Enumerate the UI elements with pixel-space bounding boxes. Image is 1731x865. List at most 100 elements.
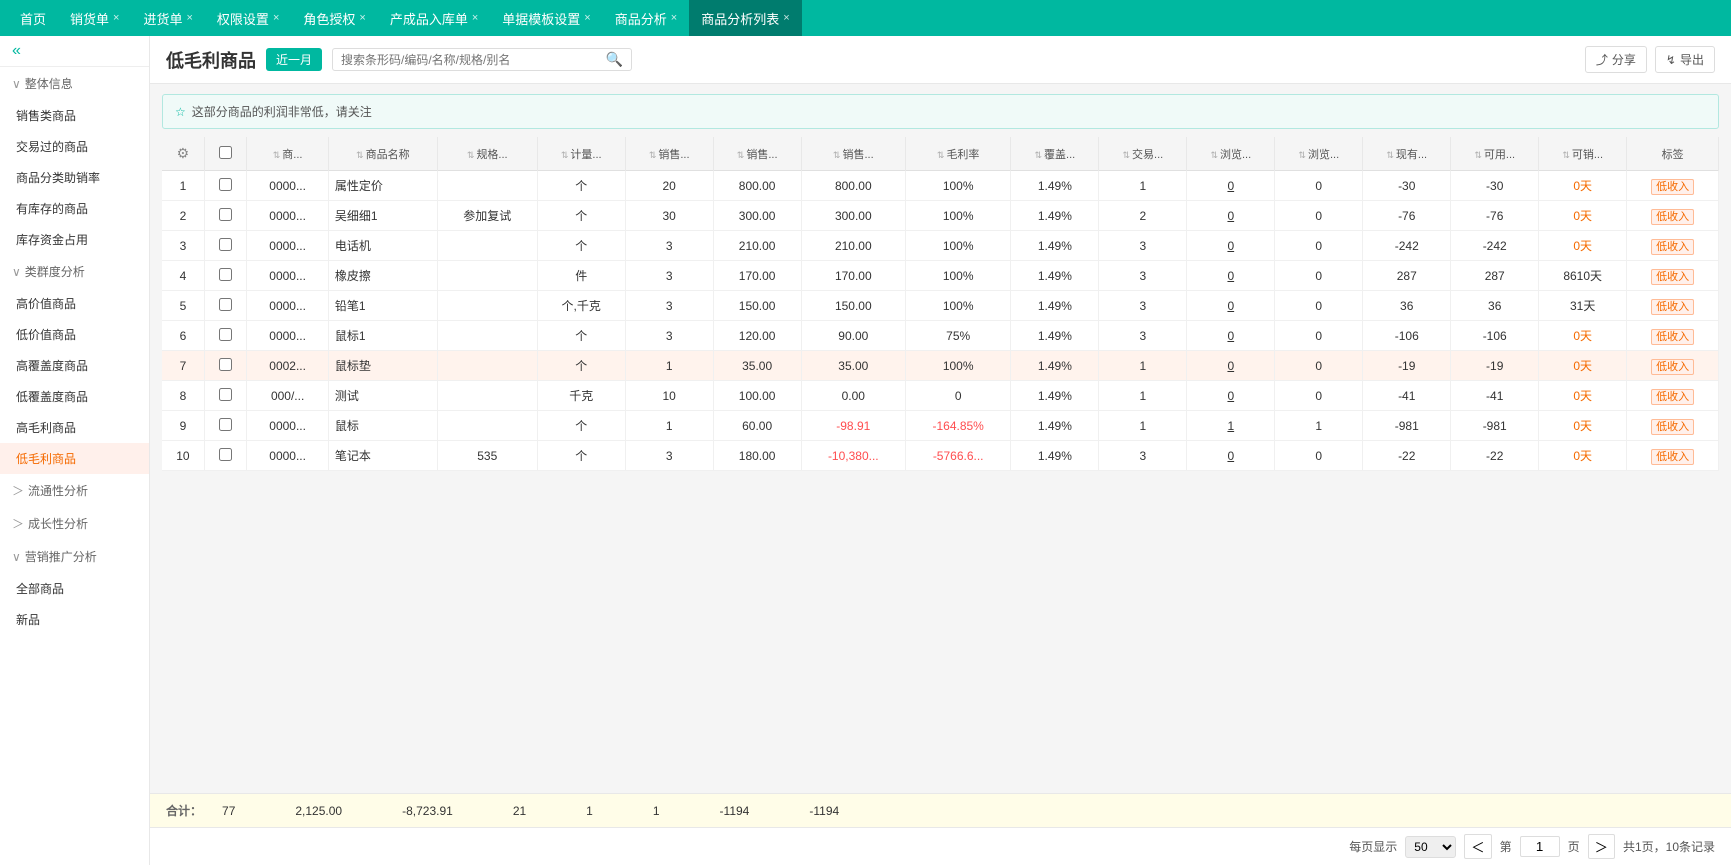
cell-view1[interactable]: 0 (1187, 291, 1275, 321)
cell-checkbox[interactable] (204, 351, 247, 381)
nav-close-icon[interactable]: × (783, 12, 789, 24)
col-sales-profit[interactable]: ⇅销售... (801, 137, 905, 171)
nav-home[interactable]: 首页 (8, 0, 58, 36)
sidebar-item-category-assist[interactable]: 商品分类助销率 (0, 162, 149, 193)
col-spec[interactable]: ⇅规格... (437, 137, 537, 171)
sidebar-item-stock-capital[interactable]: 库存资金占用 (0, 224, 149, 255)
sidebar-item-high-value[interactable]: 高价值商品 (0, 288, 149, 319)
sidebar-item-high-coverage[interactable]: 高覆盖度商品 (0, 350, 149, 381)
col-trade[interactable]: ⇅交易... (1099, 137, 1187, 171)
prev-page-button[interactable]: ＜ (1464, 834, 1491, 859)
page-size-select[interactable]: 50 100 200 (1405, 836, 1456, 858)
nav-permission[interactable]: 权限设置 × (205, 0, 291, 36)
cell-view1[interactable]: 1 (1187, 411, 1275, 441)
pagination-bar: 每页显示 50 100 200 ＜ 第 页 ＞ 共1页，10条记录 (150, 827, 1731, 865)
sidebar-item-all-products[interactable]: 全部商品 (0, 573, 149, 604)
sidebar-item-low-coverage[interactable]: 低覆盖度商品 (0, 381, 149, 412)
sidebar-item-in-stock[interactable]: 有库存的商品 (0, 193, 149, 224)
settings-icon[interactable]: ⚙ (177, 145, 190, 161)
sidebar-item-high-gross[interactable]: 高毛利商品 (0, 412, 149, 443)
sidebar-group-growth[interactable]: ＞ 成长性分析 (0, 507, 149, 540)
cell-saleable-days: 0天 (1539, 411, 1627, 441)
nav-close-icon[interactable]: × (472, 12, 478, 24)
cell-checkbox[interactable] (204, 231, 247, 261)
cell-checkbox[interactable] (204, 291, 247, 321)
select-all-checkbox[interactable] (219, 146, 232, 159)
cell-view1[interactable]: 0 (1187, 321, 1275, 351)
sidebar-item-traded-products[interactable]: 交易过的商品 (0, 131, 149, 162)
cell-sales-amount: 170.00 (713, 261, 801, 291)
export-button[interactable]: ↯ 导出 (1655, 46, 1715, 73)
col-code[interactable]: ⇅商... (247, 137, 328, 171)
nav-role-auth[interactable]: 角色授权 × (291, 0, 377, 36)
nav-close-icon[interactable]: × (273, 12, 279, 24)
nav-product-analysis[interactable]: 商品分析 × (603, 0, 689, 36)
search-icon[interactable]: 🔍 (606, 51, 623, 68)
cell-checkbox[interactable] (204, 381, 247, 411)
cell-view1[interactable]: 0 (1187, 201, 1275, 231)
col-gross-rate[interactable]: ⇅毛利率 (905, 137, 1010, 171)
sidebar-item-low-gross[interactable]: 低毛利商品 (0, 443, 149, 474)
cell-view1[interactable]: 0 (1187, 261, 1275, 291)
cell-coverage: 1.49% (1011, 171, 1099, 201)
cell-view2: 0 (1275, 201, 1363, 231)
nav-close-icon[interactable]: × (671, 12, 677, 24)
col-current-stock[interactable]: ⇅现有... (1363, 137, 1451, 171)
col-sales-amount[interactable]: ⇅销售... (713, 137, 801, 171)
col-available-stock[interactable]: ⇅可用... (1451, 137, 1539, 171)
cell-checkbox[interactable] (204, 171, 247, 201)
col-unit[interactable]: ⇅计量... (537, 137, 625, 171)
share-button[interactable]: ⤴ 分享 (1585, 46, 1647, 73)
cell-view1[interactable]: 0 (1187, 231, 1275, 261)
cell-unit: 个 (537, 411, 625, 441)
nav-sales-order[interactable]: 销货单 × (58, 0, 131, 36)
col-coverage[interactable]: ⇅覆盖... (1011, 137, 1099, 171)
nav-close-icon[interactable]: × (186, 12, 192, 24)
cell-view1[interactable]: 0 (1187, 381, 1275, 411)
period-button[interactable]: 近一月 (266, 48, 322, 71)
export-icon: ↯ (1666, 53, 1676, 67)
cell-unit: 个 (537, 351, 625, 381)
search-input[interactable] (341, 53, 606, 67)
sidebar-group-cluster[interactable]: ∨ 类群度分析 (0, 255, 149, 288)
cell-saleable-days: 0天 (1539, 171, 1627, 201)
next-page-button[interactable]: ＞ (1588, 834, 1615, 859)
footer-trade-count: 21 (513, 804, 526, 818)
nav-product-entry[interactable]: 产成品入库单 × (378, 0, 490, 36)
sidebar-group-marketing[interactable]: ∨ 营销推广分析 (0, 540, 149, 573)
nav-product-analysis-list[interactable]: 商品分析列表 × (689, 0, 801, 36)
table-wrapper[interactable]: ⚙ ⇅商... ⇅商品名称 ⇅规格... ⇅计量... ⇅销售... ⇅销售..… (162, 137, 1719, 793)
cell-checkbox[interactable] (204, 411, 247, 441)
col-sales-qty[interactable]: ⇅销售... (625, 137, 713, 171)
nav-close-icon[interactable]: × (359, 12, 365, 24)
cell-checkbox[interactable] (204, 261, 247, 291)
col-settings[interactable]: ⚙ (162, 137, 204, 171)
cell-name: 鼠标垫 (328, 351, 437, 381)
sidebar-item-sales-products[interactable]: 销售类商品 (0, 100, 149, 131)
nav-template[interactable]: 单据模板设置 × (490, 0, 602, 36)
sidebar-group-overall[interactable]: ∨ 整体信息 (0, 67, 149, 100)
total-text: 共1页，10条记录 (1623, 838, 1715, 855)
cell-checkbox[interactable] (204, 321, 247, 351)
col-checkbox[interactable] (204, 137, 247, 171)
cell-view1[interactable]: 0 (1187, 171, 1275, 201)
sidebar-collapse-btn[interactable]: « (8, 42, 25, 60)
cell-current-stock: -19 (1363, 351, 1451, 381)
col-saleable-days[interactable]: ⇅可销... (1539, 137, 1627, 171)
nav-purchase-order[interactable]: 进货单 × (131, 0, 204, 36)
cell-view1[interactable]: 0 (1187, 441, 1275, 471)
nav-close-icon[interactable]: × (113, 12, 119, 24)
cell-sales-profit: 90.00 (801, 321, 905, 351)
col-view1[interactable]: ⇅浏览... (1187, 137, 1275, 171)
cell-sales-amount: 210.00 (713, 231, 801, 261)
col-view2[interactable]: ⇅浏览... (1275, 137, 1363, 171)
col-name[interactable]: ⇅商品名称 (328, 137, 437, 171)
sidebar-item-low-value[interactable]: 低价值商品 (0, 319, 149, 350)
sidebar-item-new-products[interactable]: 新品 (0, 604, 149, 635)
cell-view1[interactable]: 0 (1187, 351, 1275, 381)
nav-close-icon[interactable]: × (584, 12, 590, 24)
sidebar-group-flow[interactable]: ＞ 流通性分析 (0, 474, 149, 507)
cell-checkbox[interactable] (204, 201, 247, 231)
cell-checkbox[interactable] (204, 441, 247, 471)
page-number-input[interactable] (1520, 836, 1560, 857)
